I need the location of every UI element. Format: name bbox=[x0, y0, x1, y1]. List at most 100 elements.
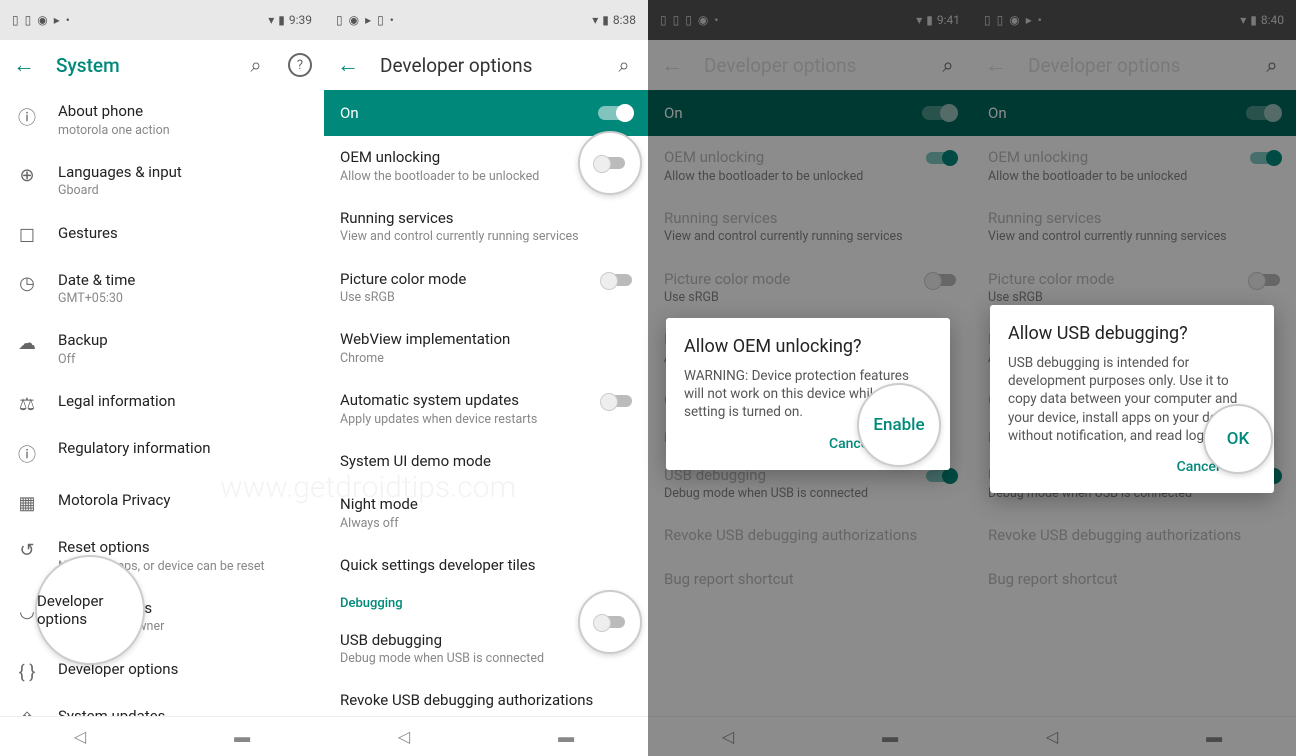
row-title: Running services bbox=[988, 209, 1280, 229]
toggle-switch[interactable] bbox=[602, 395, 632, 407]
row-title: Legal information bbox=[58, 392, 308, 412]
battery-icon: ▮ bbox=[278, 13, 285, 27]
row-title: OEM unlocking bbox=[664, 148, 906, 168]
row-icon: ⓘ bbox=[16, 441, 38, 467]
row-subtitle: Allow the bootloader to be unlocked bbox=[340, 169, 582, 185]
row-title: Running services bbox=[340, 209, 632, 229]
settings-row[interactable]: Running servicesView and control current… bbox=[648, 197, 972, 258]
settings-row[interactable]: Running servicesView and control current… bbox=[324, 197, 648, 258]
highlight-developer-options: Developer options bbox=[35, 555, 145, 665]
row-subtitle: GMT+05:30 bbox=[58, 291, 308, 307]
dialog-title: Allow USB debugging? bbox=[1008, 323, 1256, 344]
settings-row[interactable]: Picture color modeUse sRGB bbox=[324, 258, 648, 319]
clock: 8:38 bbox=[613, 13, 636, 27]
panel-dev-dialog2: ▯▯◉▸•▾▮8:40 ←Developer options⌕ On OEM u… bbox=[972, 0, 1296, 756]
back-button[interactable]: ← bbox=[12, 53, 36, 77]
highlight-usb-switch bbox=[578, 590, 642, 654]
row-subtitle: Chrome bbox=[340, 351, 632, 367]
highlight-ok-button: OK bbox=[1203, 404, 1273, 474]
row-icon: ⚖ bbox=[16, 394, 38, 415]
settings-row[interactable]: Quick settings developer tiles bbox=[324, 544, 648, 588]
search-icon[interactable]: ⌕ bbox=[244, 53, 268, 77]
toggle-switch[interactable] bbox=[602, 274, 632, 286]
row-title: Quick settings developer tiles bbox=[340, 556, 632, 576]
settings-row[interactable]: { }Developer options bbox=[0, 648, 324, 695]
row-title: Running services bbox=[664, 209, 956, 229]
icon: ◉ bbox=[37, 13, 47, 27]
page-title: Developer options bbox=[380, 54, 592, 77]
settings-row[interactable]: Revoke USB debugging authorizations bbox=[324, 679, 648, 716]
row-icon: ☁ bbox=[16, 333, 38, 354]
row-subtitle: View and control currently running servi… bbox=[988, 229, 1280, 245]
row-title: Automatic system updates bbox=[340, 391, 582, 411]
row-title: Picture color mode bbox=[988, 270, 1230, 290]
row-subtitle: Gboard bbox=[58, 183, 308, 199]
search-icon[interactable]: ⌕ bbox=[612, 53, 636, 77]
row-icon: ↺ bbox=[16, 540, 38, 561]
row-title: WebView implementation bbox=[340, 330, 632, 350]
panel-dev-dialog1: ▯▯▯◉•▾▮9:41 ←Developer options⌕ On OEM u… bbox=[648, 0, 972, 756]
settings-row[interactable]: Revoke USB debugging authorizations bbox=[648, 514, 972, 558]
row-title: Picture color mode bbox=[664, 270, 906, 290]
highlight-oem-switch bbox=[578, 131, 642, 195]
row-title: Revoke USB debugging authorizations bbox=[988, 526, 1280, 546]
help-icon[interactable]: ? bbox=[288, 53, 312, 77]
back-button[interactable]: ← bbox=[336, 53, 360, 77]
row-title: Date & time bbox=[58, 271, 308, 291]
row-subtitle: Debug mode when USB is connected bbox=[664, 486, 906, 502]
toggle-switch[interactable] bbox=[926, 152, 956, 164]
watermark: www.getdroidtips.com bbox=[220, 470, 516, 505]
row-icon: ▦ bbox=[16, 493, 38, 514]
row-title: Regulatory information bbox=[58, 439, 308, 459]
toggle-switch[interactable] bbox=[1250, 152, 1280, 164]
row-subtitle: View and control currently running servi… bbox=[340, 229, 632, 245]
row-title: USB debugging bbox=[340, 631, 582, 651]
row-title: About phone bbox=[58, 102, 308, 122]
toggle-switch[interactable] bbox=[1250, 274, 1280, 286]
row-title: Picture color mode bbox=[340, 270, 582, 290]
settings-row[interactable]: OEM unlockingAllow the bootloader to be … bbox=[648, 136, 972, 197]
app-bar: ← System ⌕ ? bbox=[0, 40, 324, 90]
wifi-icon: ▾ bbox=[268, 13, 274, 27]
settings-row[interactable]: Picture color modeUse sRGB bbox=[648, 258, 972, 319]
row-title: Languages & input bbox=[58, 163, 308, 183]
row-subtitle: Allow the bootloader to be unlocked bbox=[988, 169, 1230, 185]
toggle-switch[interactable] bbox=[926, 274, 956, 286]
settings-row[interactable]: Running servicesView and control current… bbox=[972, 197, 1296, 258]
row-subtitle: Debug mode when USB is connected bbox=[340, 651, 582, 667]
row-subtitle: Apply updates when device restarts bbox=[340, 412, 582, 428]
settings-row[interactable]: Bug report shortcut bbox=[648, 558, 972, 602]
master-toggle[interactable]: On bbox=[324, 90, 648, 136]
back-nav-icon[interactable]: ◁ bbox=[74, 727, 86, 746]
row-subtitle: Use sRGB bbox=[664, 290, 906, 306]
settings-row[interactable]: ◷Date & timeGMT+05:30 bbox=[0, 259, 324, 320]
row-subtitle: Use sRGB bbox=[988, 290, 1230, 306]
settings-row[interactable]: Automatic system updatesApply updates wh… bbox=[324, 379, 648, 440]
row-title: Backup bbox=[58, 331, 308, 351]
settings-row[interactable]: ⚖ Legal information bbox=[0, 380, 324, 427]
home-pill-icon[interactable]: ▬ bbox=[234, 727, 250, 747]
settings-row[interactable]: ⇪System updatesUpdated to Android 9 bbox=[0, 695, 324, 717]
status-bar: ▯▯◉▸• ▾▮9:39 bbox=[0, 0, 324, 40]
settings-row[interactable]: ☁BackupOff bbox=[0, 319, 324, 380]
row-title: Revoke USB debugging authorizations bbox=[664, 526, 956, 546]
settings-row[interactable]: Revoke USB debugging authorizations bbox=[972, 514, 1296, 558]
toggle-switch[interactable] bbox=[926, 470, 956, 482]
row-subtitle: Always off bbox=[340, 516, 632, 532]
row-subtitle: View and control currently running servi… bbox=[664, 229, 956, 245]
settings-row[interactable]: ☐Gestures bbox=[0, 212, 324, 259]
row-title: OEM unlocking bbox=[340, 148, 582, 168]
switch-on[interactable] bbox=[598, 106, 632, 120]
page-title: System bbox=[56, 54, 224, 77]
settings-row[interactable]: ⊕Languages & inputGboard bbox=[0, 151, 324, 212]
icon: ▸ bbox=[54, 13, 60, 27]
settings-row[interactable]: WebView implementationChrome bbox=[324, 318, 648, 379]
row-title: Bug report shortcut bbox=[664, 570, 956, 590]
settings-row[interactable]: Bug report shortcut bbox=[972, 558, 1296, 602]
row-subtitle: Use sRGB bbox=[340, 290, 582, 306]
status-bar: ▯◉▸▯• ▾▮8:38 bbox=[324, 0, 648, 40]
settings-row[interactable]: OEM unlockingAllow the bootloader to be … bbox=[972, 136, 1296, 197]
settings-row[interactable]: ⓘAbout phonemotorola one action bbox=[0, 90, 324, 151]
row-title: Gestures bbox=[58, 224, 308, 244]
row-title: Revoke USB debugging authorizations bbox=[340, 691, 632, 711]
